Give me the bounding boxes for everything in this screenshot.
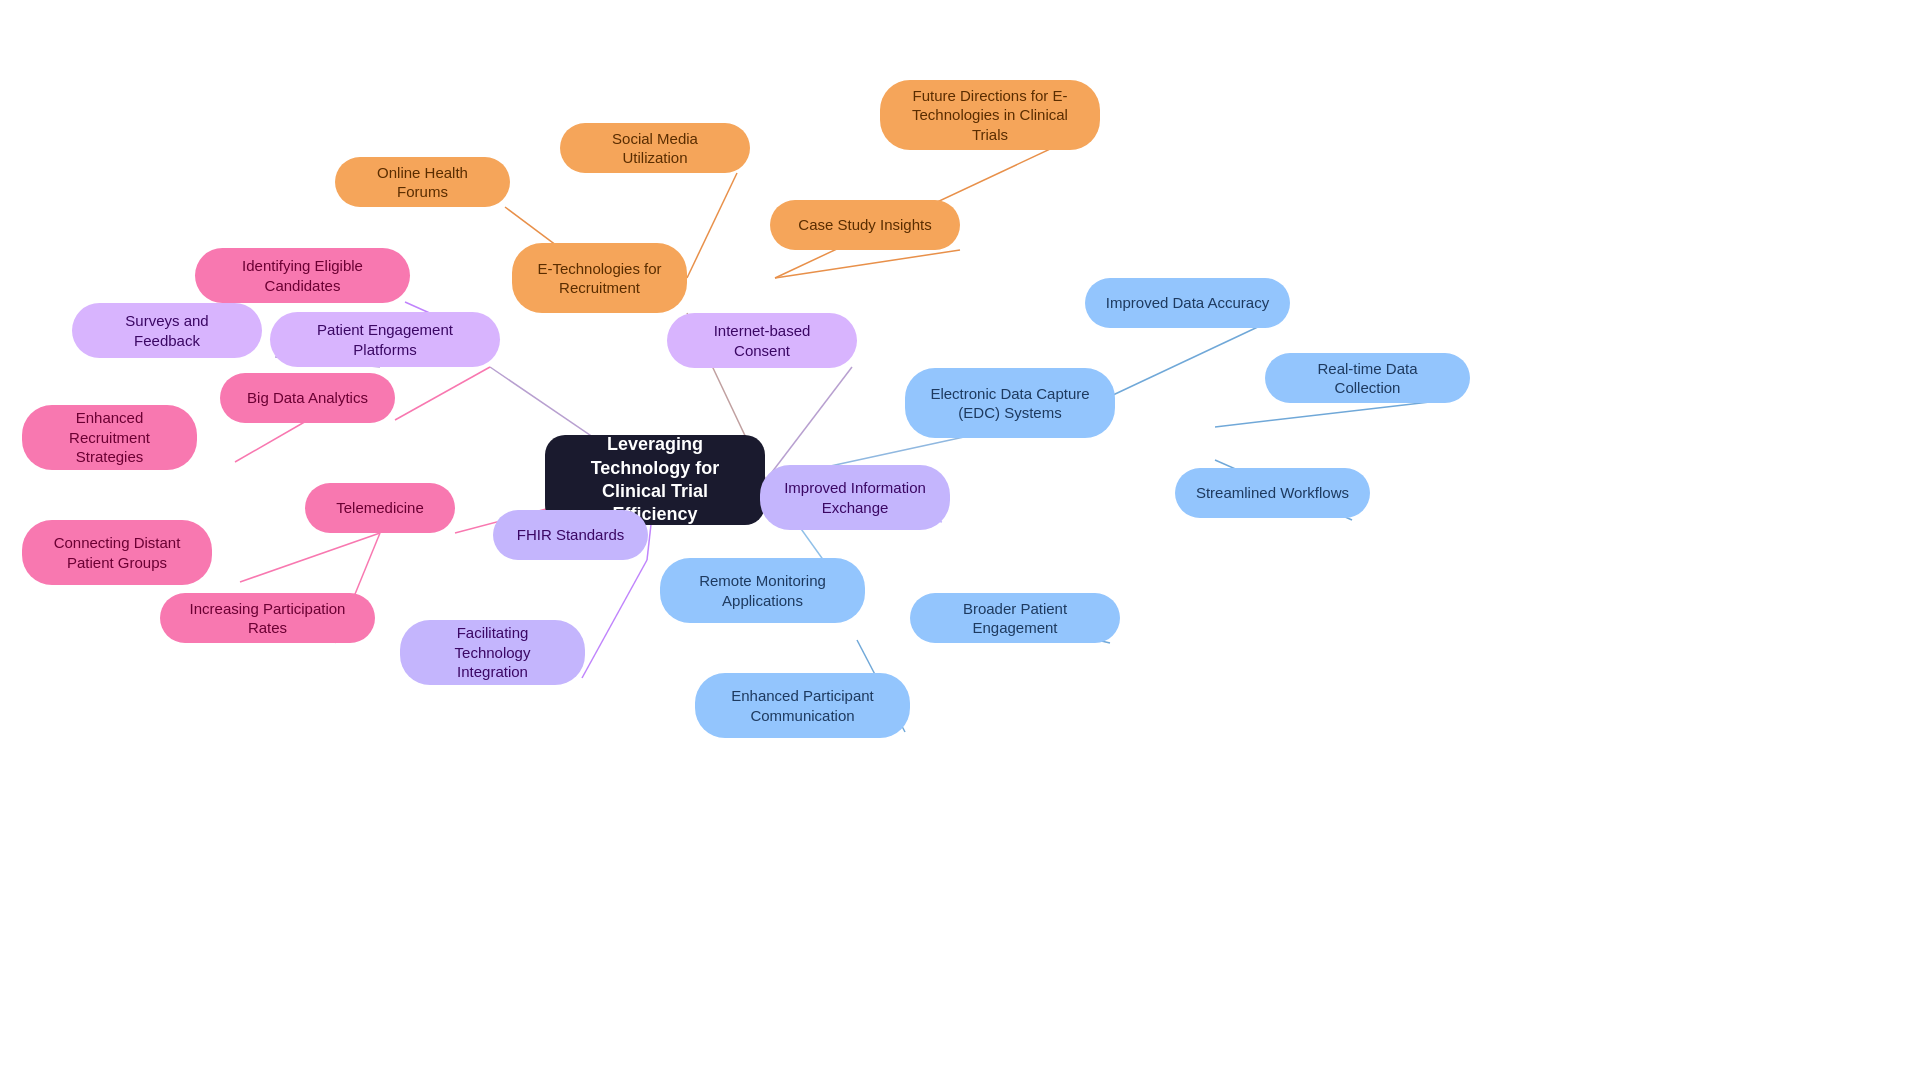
social-media-node: Social Media Utilization <box>560 123 750 173</box>
streamlined-node: Streamlined Workflows <box>1175 468 1370 518</box>
increasing-node: Increasing Participation Rates <box>160 593 375 643</box>
enhanced-recruitment-node: Enhanced Recruitment Strategies <box>22 405 197 470</box>
remote-monitoring-node: Remote Monitoring Applications <box>660 558 865 623</box>
future-directions-node: Future Directions for E-Technologies in … <box>880 80 1100 150</box>
edc-node: Electronic Data Capture (EDC) Systems <box>905 368 1115 438</box>
internet-consent-node: Internet-based Consent <box>667 313 857 368</box>
patient-engagement-node: Patient Engagement Platforms <box>270 312 500 367</box>
etech-node: E-Technologies for Recruitment <box>512 243 687 313</box>
svg-line-11 <box>775 250 960 278</box>
enhanced-participant-node: Enhanced Participant Communication <box>695 673 910 738</box>
online-forums-node: Online Health Forums <box>335 157 510 207</box>
fhir-node: FHIR Standards <box>493 510 648 560</box>
broader-engagement-node: Broader Patient Engagement <box>910 593 1120 643</box>
surveys-node: Surveys and Feedback <box>72 303 262 358</box>
facilitating-node: Facilitating Technology Integration <box>400 620 585 685</box>
improved-info-node: Improved Information Exchange <box>760 465 950 530</box>
big-data-node: Big Data Analytics <box>220 373 395 423</box>
svg-line-15 <box>235 420 308 462</box>
identifying-node: Identifying Eligible Candidates <box>195 248 410 303</box>
svg-line-19 <box>1113 325 1262 395</box>
svg-line-14 <box>395 367 490 420</box>
svg-line-4 <box>766 367 852 480</box>
svg-line-8 <box>687 173 737 278</box>
svg-line-18 <box>582 560 647 678</box>
case-study-node: Case Study Insights <box>770 200 960 250</box>
connecting-node: Connecting Distant Patient Groups <box>22 520 212 585</box>
telemedicine-node: Telemedicine <box>305 483 455 533</box>
improved-data-node: Improved Data Accuracy <box>1085 278 1290 328</box>
svg-line-20 <box>1215 400 1447 427</box>
svg-line-16 <box>240 533 380 582</box>
realtime-node: Real-time Data Collection <box>1265 353 1470 403</box>
